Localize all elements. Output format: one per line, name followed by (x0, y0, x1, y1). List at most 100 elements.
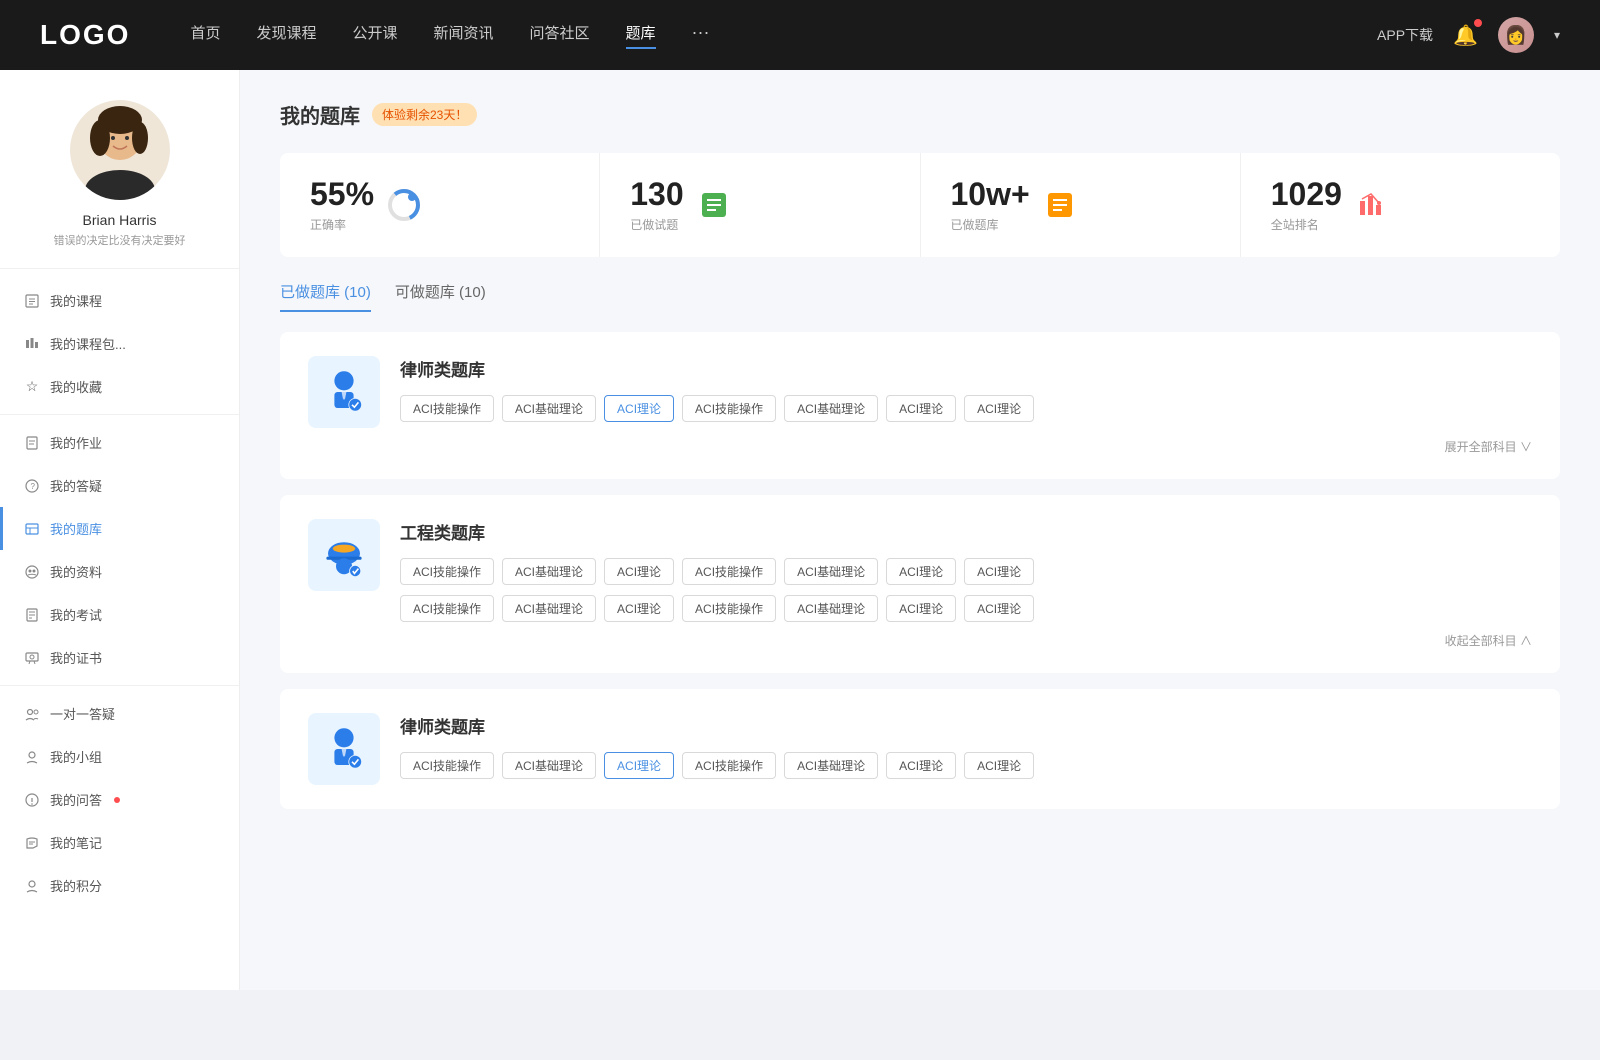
exam-icon (24, 607, 40, 623)
bank-tags-3: ACI技能操作 ACI基础理论 ACI理论 ACI技能操作 ACI基础理论 AC… (400, 752, 1532, 779)
nav-right: APP下载 🔔 👩 ▾ (1377, 17, 1560, 53)
bank-tag-2-1[interactable]: ACI基础理论 (502, 558, 596, 585)
sidebar-item-my-questions[interactable]: 我的问答 (0, 778, 239, 821)
sidebar: Brian Harris 错误的决定比没有决定要好 我的课程 我的课程包... … (0, 70, 240, 990)
one-on-one-icon (24, 706, 40, 722)
bank-tags-2-row2: ACI技能操作 ACI基础理论 ACI理论 ACI技能操作 ACI基础理论 AC… (400, 595, 1532, 622)
bank-icon-lawyer-2 (308, 713, 380, 785)
tab-available-banks[interactable]: 可做题库 (10) (395, 281, 486, 312)
bank-tag-1-0[interactable]: ACI技能操作 (400, 395, 494, 422)
page-title: 我的题库 (280, 100, 360, 129)
sidebar-item-my-question-bank[interactable]: 我的题库 (0, 507, 239, 550)
expand-button-1[interactable]: 展开全部科目 ∨ (308, 438, 1532, 455)
menu-divider-2 (0, 685, 239, 686)
bank-tag-2-r2-6[interactable]: ACI理论 (964, 595, 1034, 622)
bank-tag-2-r2-5[interactable]: ACI理论 (886, 595, 956, 622)
bank-tag-3-0[interactable]: ACI技能操作 (400, 752, 494, 779)
bank-tag-1-4[interactable]: ACI基础理论 (784, 395, 878, 422)
sidebar-item-course-package[interactable]: 我的课程包... (0, 322, 239, 365)
bank-card-header-1: 律师类题库 ACI技能操作 ACI基础理论 ACI理论 ACI技能操作 ACI基… (308, 356, 1532, 428)
bank-name-3: 律师类题库 (400, 713, 1532, 738)
notification-bell-icon[interactable]: 🔔 (1453, 23, 1478, 48)
bank-tag-1-1[interactable]: ACI基础理论 (502, 395, 596, 422)
sidebar-item-certificate[interactable]: 我的证书 (0, 636, 239, 679)
nav-qa[interactable]: 问答社区 (530, 22, 590, 49)
sidebar-item-one-on-one[interactable]: 一对一答疑 (0, 692, 239, 735)
sidebar-item-notes[interactable]: 我的笔记 (0, 821, 239, 864)
bank-tag-1-5[interactable]: ACI理论 (886, 395, 956, 422)
bank-tag-1-3[interactable]: ACI技能操作 (682, 395, 776, 422)
bank-tag-2-2[interactable]: ACI理论 (604, 558, 674, 585)
certificate-icon (24, 650, 40, 666)
nav-news[interactable]: 新闻资讯 (434, 22, 494, 49)
rank-chart-icon (1354, 187, 1390, 223)
app-download-button[interactable]: APP下载 (1377, 25, 1433, 45)
sidebar-item-my-data[interactable]: 我的资料 (0, 550, 239, 593)
bank-tag-2-r2-4[interactable]: ACI基础理论 (784, 595, 878, 622)
sidebar-item-my-group[interactable]: 我的小组 (0, 735, 239, 778)
logo[interactable]: LOGO (40, 19, 130, 51)
sidebar-item-my-exam[interactable]: 我的考试 (0, 593, 239, 636)
stat-accuracy-text: 55% 正确率 (310, 177, 374, 233)
nav-question-bank[interactable]: 题库 (626, 22, 656, 49)
bank-tag-1-6[interactable]: ACI理论 (964, 395, 1034, 422)
bank-tag-2-r2-1[interactable]: ACI基础理论 (502, 595, 596, 622)
sidebar-label-group: 我的小组 (50, 747, 102, 766)
nav-open-course[interactable]: 公开课 (352, 22, 397, 49)
sidebar-item-favorites[interactable]: ☆ 我的收藏 (0, 365, 239, 408)
stat-rank-text: 1029 全站排名 (1271, 177, 1342, 233)
stat-rank-label: 全站排名 (1271, 216, 1342, 233)
stat-questions-done-text: 130 已做试题 (630, 177, 683, 233)
bank-tag-2-3[interactable]: ACI技能操作 (682, 558, 776, 585)
bank-tag-2-4[interactable]: ACI基础理论 (784, 558, 878, 585)
navbar: LOGO 首页 发现课程 公开课 新闻资讯 问答社区 题库 ··· APP下载 … (0, 0, 1600, 70)
bank-tag-2-5[interactable]: ACI理论 (886, 558, 956, 585)
tab-done-banks[interactable]: 已做题库 (10) (280, 281, 371, 312)
bank-tag-2-r2-0[interactable]: ACI技能操作 (400, 595, 494, 622)
bank-card-lawyer-1: 律师类题库 ACI技能操作 ACI基础理论 ACI理论 ACI技能操作 ACI基… (280, 332, 1560, 479)
nav-more-dots[interactable]: ··· (692, 22, 710, 49)
bank-tag-1-2[interactable]: ACI理论 (604, 395, 674, 422)
bank-tag-2-0[interactable]: ACI技能操作 (400, 558, 494, 585)
bank-tag-3-4[interactable]: ACI基础理论 (784, 752, 878, 779)
nav-discover[interactable]: 发现课程 (256, 22, 316, 49)
sidebar-item-points[interactable]: 我的积分 (0, 864, 239, 907)
bank-card-engineer: 工程类题库 ACI技能操作 ACI基础理论 ACI理论 ACI技能操作 ACI基… (280, 495, 1560, 673)
nav-home[interactable]: 首页 (190, 22, 220, 49)
sidebar-item-my-course[interactable]: 我的课程 (0, 279, 239, 322)
nav-links: 首页 发现课程 公开课 新闻资讯 问答社区 题库 ··· (190, 22, 1377, 49)
avatar[interactable]: 👩 (1498, 17, 1534, 53)
bank-tag-3-6[interactable]: ACI理论 (964, 752, 1034, 779)
bank-tag-3-5[interactable]: ACI理论 (886, 752, 956, 779)
sidebar-label-one-on-one: 一对一答疑 (50, 704, 115, 723)
bank-card-header-3: 律师类题库 ACI技能操作 ACI基础理论 ACI理论 ACI技能操作 ACI基… (308, 713, 1532, 785)
bank-name-2: 工程类题库 (400, 519, 1532, 544)
bank-tags-2-row1: ACI技能操作 ACI基础理论 ACI理论 ACI技能操作 ACI基础理论 AC… (400, 558, 1532, 585)
bank-info-1: 律师类题库 ACI技能操作 ACI基础理论 ACI理论 ACI技能操作 ACI基… (400, 356, 1532, 422)
user-profile: Brian Harris 错误的决定比没有决定要好 (0, 100, 239, 269)
sidebar-label-course-package: 我的课程包... (50, 334, 126, 353)
avatar-chevron-icon[interactable]: ▾ (1554, 28, 1560, 42)
bank-tags-1: ACI技能操作 ACI基础理论 ACI理论 ACI技能操作 ACI基础理论 AC… (400, 395, 1532, 422)
bank-tag-2-r2-2[interactable]: ACI理论 (604, 595, 674, 622)
bank-tag-3-1[interactable]: ACI基础理论 (502, 752, 596, 779)
collapse-button-2[interactable]: 收起全部科目 ∧ (308, 632, 1532, 649)
sidebar-item-homework[interactable]: 我的作业 (0, 421, 239, 464)
bank-tag-3-2[interactable]: ACI理论 (604, 752, 674, 779)
bank-icon-lawyer-1 (308, 356, 380, 428)
bank-list-icon (1042, 187, 1078, 223)
bank-tag-3-3[interactable]: ACI技能操作 (682, 752, 776, 779)
stat-bank-done-value: 10w+ (951, 177, 1030, 212)
tabs-row: 已做题库 (10) 可做题库 (10) (280, 281, 1560, 312)
bank-tag-2-r2-3[interactable]: ACI技能操作 (682, 595, 776, 622)
user-avatar (70, 100, 170, 200)
points-icon (24, 878, 40, 894)
stat-accuracy-label: 正确率 (310, 216, 374, 233)
bank-name-1: 律师类题库 (400, 356, 1532, 381)
sidebar-item-qa[interactable]: ? 我的答疑 (0, 464, 239, 507)
sidebar-label-questions: 我的问答 (50, 790, 102, 809)
trial-badge: 体验剩余23天！ (372, 103, 477, 126)
bank-tag-2-6[interactable]: ACI理论 (964, 558, 1034, 585)
stat-accuracy-value: 55% (310, 177, 374, 212)
sidebar-menu: 我的课程 我的课程包... ☆ 我的收藏 我的作业 ? (0, 279, 239, 907)
